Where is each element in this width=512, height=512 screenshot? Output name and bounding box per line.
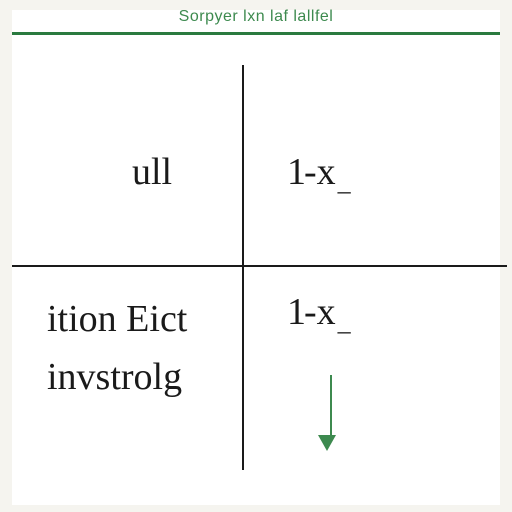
quadrant-bottom-left: ition Eict invstrolg: [47, 297, 187, 400]
horizontal-divider: [12, 265, 507, 267]
diagram-frame: Sorpyer lxn laf lallfel ull 1-x_ ition E…: [12, 10, 500, 505]
q3-line2: invstrolg: [47, 355, 187, 401]
quadrant-top-left: ull: [132, 150, 172, 196]
down-arrow-icon: [326, 375, 336, 451]
quadrant-top-right: 1-x_: [287, 150, 351, 197]
q1-text: ull: [132, 151, 172, 193]
quadrant-grid: ull 1-x_ ition Eict invstrolg 1-x_: [32, 65, 477, 485]
header-divider: [12, 32, 500, 35]
vertical-divider: [242, 65, 244, 470]
q3-line1: ition Eict: [47, 298, 187, 340]
header-title: Sorpyer lxn laf lallfel: [179, 8, 334, 26]
quadrant-bottom-right: 1-x_: [287, 290, 351, 337]
